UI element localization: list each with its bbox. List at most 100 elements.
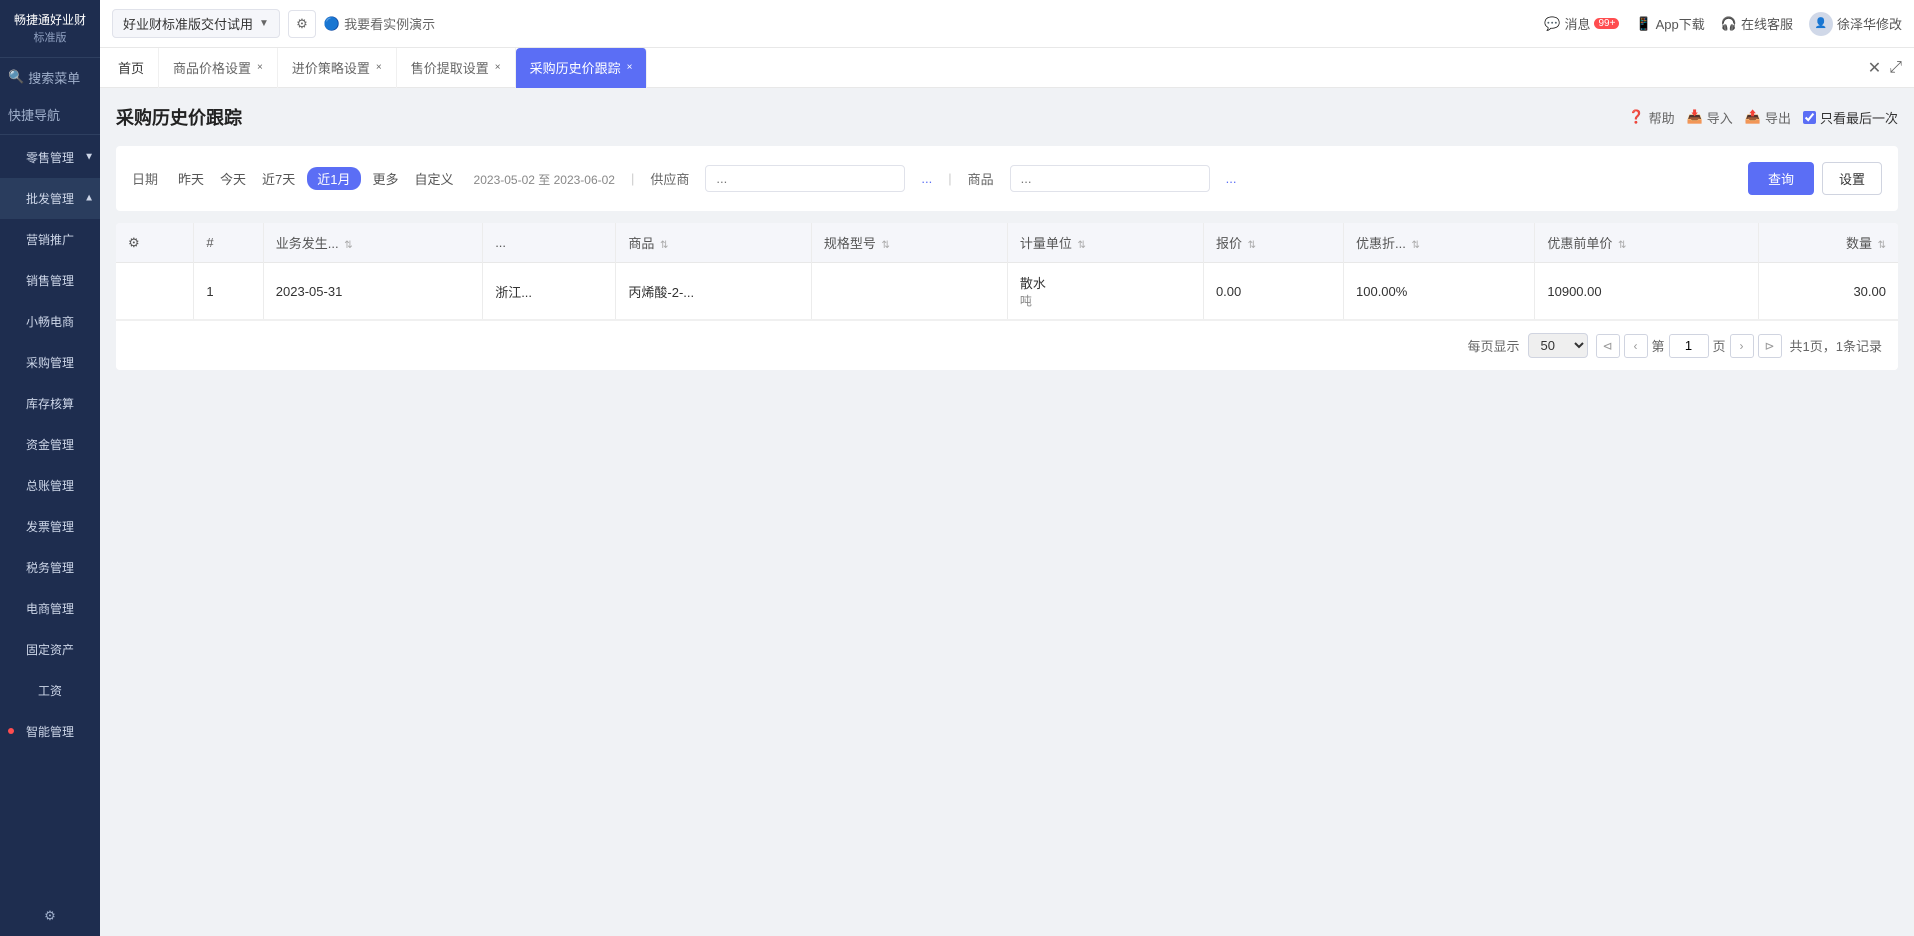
export-btn[interactable]: 📤 导出 [1745, 108, 1791, 127]
tab-close-btn[interactable]: ✕ [1868, 58, 1881, 78]
export-icon: 📤 [1745, 109, 1761, 125]
th-seq: # [194, 223, 263, 263]
tax-label: 税务管理 [26, 559, 74, 576]
sidebar-search[interactable]: 🔍 搜索菜单 [0, 58, 100, 97]
goods-more-btn[interactable]: ... [1226, 171, 1237, 186]
app-download-btn[interactable]: 📱 App下载 [1635, 14, 1704, 33]
th-discount[interactable]: 优惠折... ⇅ [1344, 223, 1535, 263]
page-input[interactable] [1669, 334, 1709, 358]
sidebar-item-ecommerce[interactable]: 电商管理 [0, 588, 100, 629]
tab-price-close[interactable]: × [257, 62, 263, 73]
only-last-checkbox-label[interactable]: 只看最后一次 [1803, 108, 1898, 127]
th-unit-label: 计量单位 [1020, 236, 1072, 251]
th-discount-label: 优惠折... [1356, 236, 1406, 251]
td-quantity: 30.00 [1759, 263, 1898, 320]
sidebar-item-purchase[interactable]: 采购管理 [0, 342, 100, 383]
tab-purchase-history[interactable]: 采购历史价跟踪 × [516, 48, 648, 88]
tab-expand-btn[interactable]: ⤢ [1889, 59, 1902, 77]
goods-input[interactable] [1010, 165, 1210, 192]
help-label: 帮助 [1649, 108, 1675, 127]
demo-btn[interactable]: 🔵 我要看实例演示 [324, 14, 435, 33]
tab-home[interactable]: 首页 [104, 48, 159, 88]
sidebar-item-smart[interactable]: 智能管理 [0, 711, 100, 752]
date-option-custom[interactable]: 自定义 [411, 167, 458, 190]
phone-icon: 📱 [1635, 16, 1651, 32]
tab-purchase-history-label: 采购历史价跟踪 [530, 58, 621, 77]
sidebar-settings-btn[interactable]: ⚙ [0, 896, 100, 936]
sidebar-item-marketing[interactable]: 营销推广 [0, 219, 100, 260]
import-btn[interactable]: 📥 导入 [1687, 108, 1733, 127]
invoice-label: 发票管理 [26, 518, 74, 535]
inventory-label: 库存核算 [26, 395, 74, 412]
online-service-btn[interactable]: 🎧 在线客服 [1721, 14, 1793, 33]
quick-nav-label: 快捷导航 [8, 105, 60, 124]
th-date[interactable]: 业务发生... ⇅ [263, 223, 482, 263]
date-option-7days[interactable]: 近7天 [258, 167, 299, 190]
sidebar-item-ecommerce-small[interactable]: 小畅电商 [0, 301, 100, 342]
version-chevron-icon: ▼ [259, 18, 269, 29]
version-select[interactable]: 好业财标准版交付试用 ▼ [112, 9, 280, 38]
sidebar-item-wholesale[interactable]: 批发管理 ▲ [0, 178, 100, 219]
sidebar-item-retail[interactable]: 零售管理 ▼ [0, 137, 100, 178]
topbar: 好业财标准版交付试用 ▼ ⚙ 🔵 我要看实例演示 💬 消息 99+ 📱 App下… [100, 0, 1914, 48]
message-badge: 99+ [1594, 18, 1619, 29]
date-option-yesterday[interactable]: 昨天 [174, 167, 208, 190]
th-more[interactable]: ... [483, 223, 616, 263]
filter-separator-2: | [948, 171, 951, 186]
logo-main: 畅捷通好业财 [8, 12, 92, 29]
th-quantity[interactable]: 数量 ⇅ [1759, 223, 1898, 263]
tab-actions: ✕ ⤢ [1868, 58, 1910, 78]
th-gear[interactable]: ⚙ [116, 223, 194, 263]
page-last-btn[interactable]: ⊳ [1758, 334, 1782, 358]
th-date-label: 业务发生... [276, 236, 339, 251]
user-info[interactable]: 👤 徐泽华修改 [1809, 12, 1902, 36]
filter-settings-btn[interactable]: 设置 [1822, 162, 1882, 195]
page-next-btn[interactable]: › [1730, 334, 1754, 358]
table-container: ⚙ # 业务发生... ⇅ ... 商品 ⇅ 规格型号 [116, 223, 1898, 370]
tab-purchase-strategy-close[interactable]: × [376, 62, 382, 73]
th-price[interactable]: 报价 ⇅ [1203, 223, 1343, 263]
sidebar-item-finance[interactable]: 资金管理 [0, 424, 100, 465]
only-last-checkbox[interactable] [1803, 111, 1816, 124]
date-option-today[interactable]: 今天 [216, 167, 250, 190]
td-discount: 100.00% [1344, 263, 1535, 320]
td-goods: 丙烯酸-2-... [616, 263, 811, 320]
page-title: 采购历史价跟踪 [116, 104, 242, 130]
page-first-btn[interactable]: ⊲ [1596, 334, 1620, 358]
query-btn[interactable]: 查询 [1748, 162, 1814, 195]
tab-home-label: 首页 [118, 58, 144, 77]
message-btn[interactable]: 💬 消息 99+ [1544, 14, 1619, 33]
th-price-sort-icon: ⇅ [1248, 240, 1256, 251]
th-goods[interactable]: 商品 ⇅ [616, 223, 811, 263]
supplier-input[interactable] [705, 165, 905, 192]
page-prev-btn[interactable]: ‹ [1624, 334, 1648, 358]
th-unit[interactable]: 计量单位 ⇅ [1007, 223, 1203, 263]
ledger-label: 总账管理 [26, 477, 74, 494]
th-original-price[interactable]: 优惠前单价 ⇅ [1535, 223, 1759, 263]
tab-sale-extract[interactable]: 售价提取设置 × [397, 48, 516, 88]
sidebar-item-tax[interactable]: 税务管理 [0, 547, 100, 588]
date-option-more[interactable]: 更多 [369, 167, 403, 190]
tab-purchase-history-close[interactable]: × [627, 62, 633, 73]
sidebar-item-inventory[interactable]: 库存核算 [0, 383, 100, 424]
topbar-settings-btn[interactable]: ⚙ [288, 10, 316, 38]
help-btn[interactable]: ❓ 帮助 [1628, 108, 1674, 127]
sidebar-item-sales[interactable]: 销售管理 [0, 260, 100, 301]
sidebar-item-salary[interactable]: 工资 [0, 670, 100, 711]
sidebar-quick-nav[interactable]: 快捷导航 [0, 97, 100, 132]
tab-sale-extract-close[interactable]: × [495, 62, 501, 73]
total-info: 共1页，1条记录 [1790, 336, 1882, 355]
supplier-more-btn[interactable]: ... [921, 171, 932, 186]
sidebar-item-assets[interactable]: 固定资产 [0, 629, 100, 670]
th-goods-label: 商品 [628, 236, 654, 251]
th-spec-label: 规格型号 [824, 236, 876, 251]
tab-purchase-strategy[interactable]: 进价策略设置 × [278, 48, 397, 88]
sidebar-item-invoice[interactable]: 发票管理 [0, 506, 100, 547]
tab-purchase-strategy-label: 进价策略设置 [292, 58, 370, 77]
sidebar-item-ledger[interactable]: 总账管理 [0, 465, 100, 506]
page-size-select[interactable]: 50 20 100 [1528, 333, 1588, 358]
message-icon: 💬 [1544, 16, 1560, 32]
date-option-1month[interactable]: 近1月 [307, 167, 360, 190]
th-spec[interactable]: 规格型号 ⇅ [811, 223, 1007, 263]
tab-price[interactable]: 商品价格设置 × [159, 48, 278, 88]
